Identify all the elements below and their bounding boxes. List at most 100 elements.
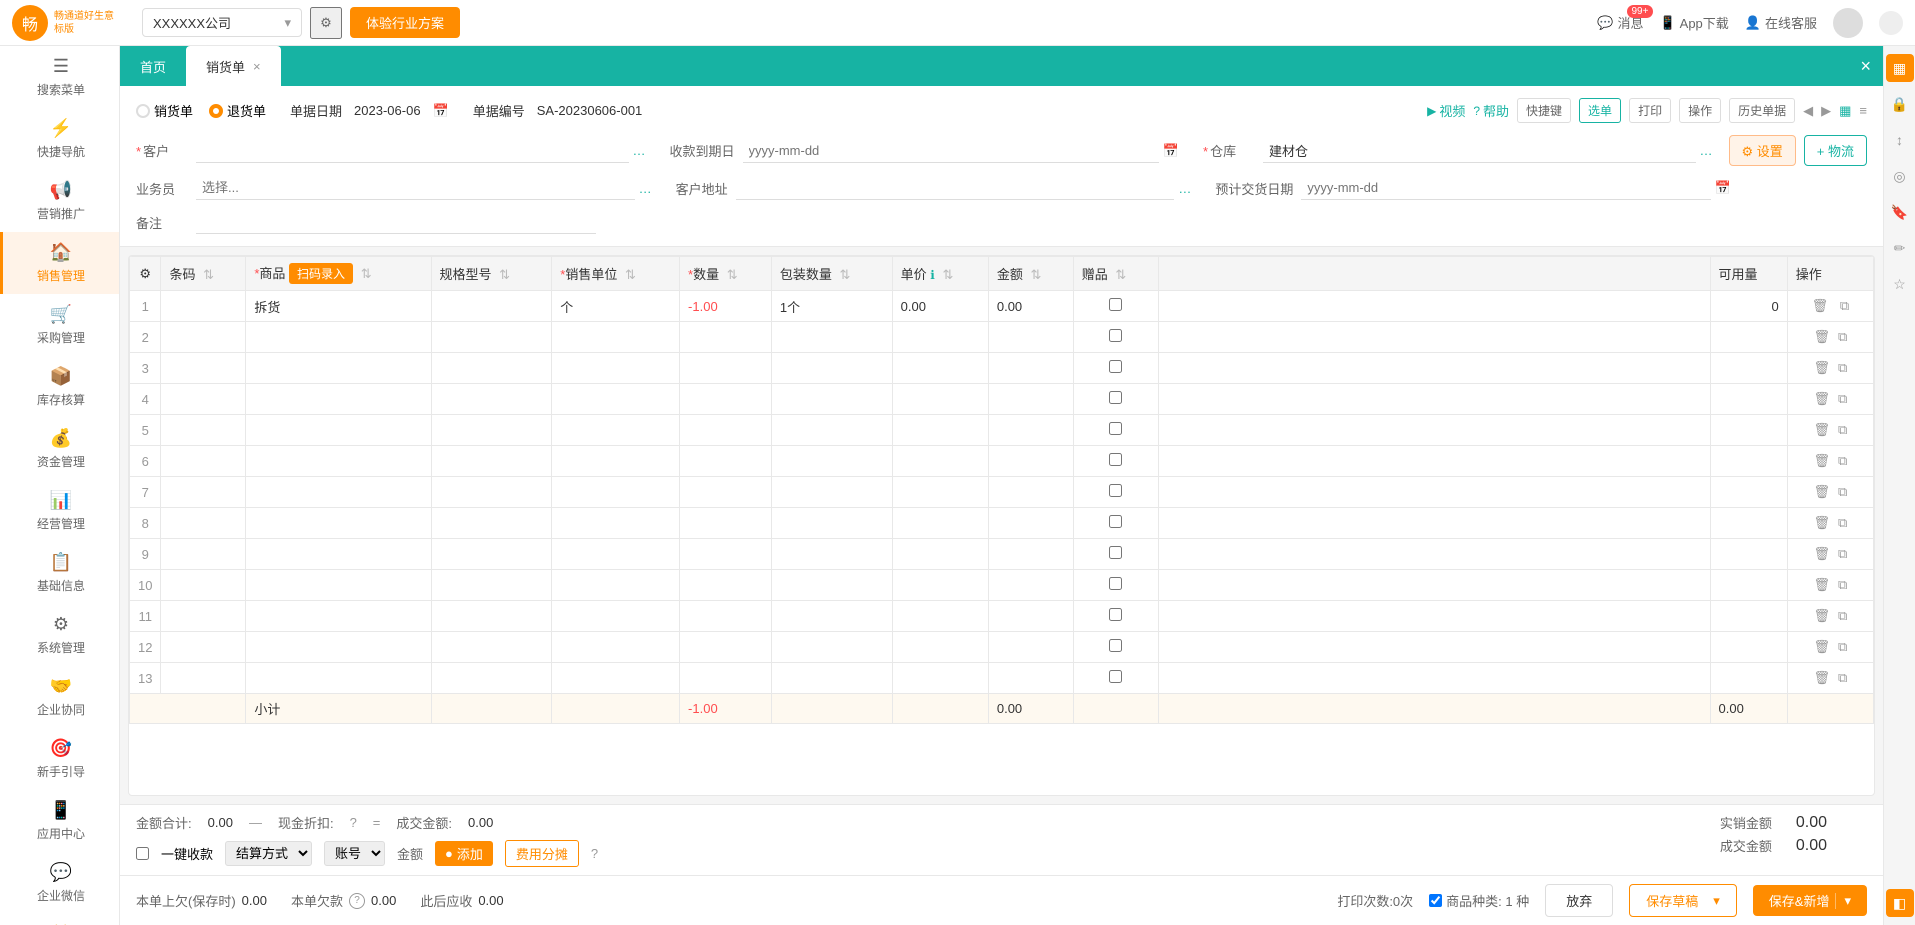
salesperson-input[interactable] xyxy=(196,176,635,200)
cell-gift[interactable] xyxy=(1073,446,1158,477)
sidebar-item-wechat[interactable]: 💬 企业微信 xyxy=(0,852,119,914)
cell-barcode[interactable] xyxy=(161,477,246,508)
cell-qty[interactable] xyxy=(680,508,772,539)
cell-spec[interactable] xyxy=(431,539,552,570)
sidebar-item-sales[interactable]: 🏠 销售管理 xyxy=(0,232,119,294)
copy-row-btn[interactable]: ⧉ xyxy=(1836,296,1853,316)
cell-pkg[interactable] xyxy=(771,415,892,446)
close-all-icon[interactable]: × xyxy=(1860,56,1871,77)
cell-product[interactable] xyxy=(246,601,431,632)
cell-qty[interactable] xyxy=(680,632,772,663)
sidebar-item-quick-nav[interactable]: ⚡ 快捷导航 xyxy=(0,108,119,170)
delete-row-btn[interactable]: 🗑 xyxy=(1809,327,1834,347)
gift-checkbox[interactable] xyxy=(1109,422,1122,435)
cell-barcode[interactable] xyxy=(161,601,246,632)
cell-amount[interactable] xyxy=(988,384,1073,415)
cell-price[interactable] xyxy=(892,353,988,384)
nav-prev-icon[interactable]: ◀ xyxy=(1803,103,1813,119)
cell-spec[interactable] xyxy=(431,632,552,663)
cell-amount[interactable] xyxy=(988,601,1073,632)
cell-price[interactable] xyxy=(892,539,988,570)
cell-price[interactable] xyxy=(892,477,988,508)
save-new-arrow-icon[interactable]: ▾ xyxy=(1835,893,1851,909)
settlement-method-select[interactable]: 结算方式 xyxy=(225,841,312,866)
calendar-icon[interactable]: 📅 xyxy=(433,103,449,119)
delete-row-btn[interactable]: 🗑 xyxy=(1809,451,1834,471)
discount-help-icon[interactable]: ? xyxy=(350,815,357,830)
warehouse-dots-icon[interactable]: … xyxy=(1700,143,1713,158)
cell-unit[interactable] xyxy=(552,663,680,694)
online-service-btn[interactable]: 👤 在线客服 xyxy=(1745,13,1817,32)
sidebar-item-guide[interactable]: 🎯 新手引导 xyxy=(0,728,119,790)
cell-qty[interactable] xyxy=(680,415,772,446)
cell-amount[interactable] xyxy=(988,663,1073,694)
sidebar-item-purchase[interactable]: 🛒 采购管理 xyxy=(0,294,119,356)
notes-input[interactable] xyxy=(196,210,596,234)
cell-pkg[interactable] xyxy=(771,539,892,570)
cell-pkg[interactable] xyxy=(771,384,892,415)
cell-qty[interactable] xyxy=(680,570,772,601)
cell-product[interactable] xyxy=(246,415,431,446)
cell-unit[interactable] xyxy=(552,322,680,353)
cell-spec[interactable] xyxy=(431,508,552,539)
gift-checkbox[interactable] xyxy=(1109,391,1122,404)
message-btn[interactable]: 💬 消息 99+ xyxy=(1597,13,1643,32)
cell-spec[interactable] xyxy=(431,663,552,694)
sort-price-icon[interactable]: ⇅ xyxy=(942,267,953,282)
debit-help-icon[interactable]: ? xyxy=(349,893,365,909)
cell-pkg[interactable] xyxy=(771,632,892,663)
cell-qty[interactable] xyxy=(680,477,772,508)
save-new-button[interactable]: 保存&新增 ▾ xyxy=(1753,885,1867,916)
cell-barcode[interactable] xyxy=(161,539,246,570)
gift-checkbox[interactable] xyxy=(1109,484,1122,497)
cell-unit[interactable] xyxy=(552,353,680,384)
cell-qty[interactable]: -1.00 xyxy=(680,291,772,322)
cell-product[interactable] xyxy=(246,570,431,601)
copy-row-btn[interactable]: ⧉ xyxy=(1834,575,1851,595)
cell-amount[interactable] xyxy=(988,322,1073,353)
cell-amount[interactable] xyxy=(988,632,1073,663)
add-payment-btn[interactable]: ● 添加 xyxy=(435,841,493,866)
expected-date-cal-icon[interactable]: 📅 xyxy=(1715,180,1731,196)
scan-button[interactable]: 扫码录入 xyxy=(289,263,353,284)
cell-price[interactable]: 0.00 xyxy=(892,291,988,322)
discard-button[interactable]: 放弃 xyxy=(1545,884,1613,917)
cell-amount[interactable]: 0.00 xyxy=(988,291,1073,322)
cell-product[interactable] xyxy=(246,477,431,508)
cell-spec[interactable] xyxy=(431,415,552,446)
cell-amount[interactable] xyxy=(988,539,1073,570)
cell-product[interactable] xyxy=(246,508,431,539)
cell-unit[interactable] xyxy=(552,477,680,508)
gift-checkbox[interactable] xyxy=(1109,329,1122,342)
cell-gift[interactable] xyxy=(1073,384,1158,415)
cell-amount[interactable] xyxy=(988,570,1073,601)
nav-next-icon[interactable]: ▶ xyxy=(1821,103,1831,119)
cell-gift[interactable] xyxy=(1073,508,1158,539)
sidebar-item-member[interactable]: 👑 畅会员 xyxy=(0,914,119,925)
copy-row-btn[interactable]: ⧉ xyxy=(1834,327,1851,347)
customer-addr-input[interactable] xyxy=(736,176,1175,200)
sidebar-item-base-info[interactable]: 📋 基础信息 xyxy=(0,542,119,604)
sidebar-item-inventory[interactable]: 📦 库存核算 xyxy=(0,356,119,418)
right-panel-icon-5[interactable]: 🔖 xyxy=(1886,198,1914,226)
cell-unit[interactable]: 个 xyxy=(552,291,680,322)
cell-price[interactable] xyxy=(892,322,988,353)
list-view-icon[interactable]: ≡ xyxy=(1859,103,1867,118)
delete-row-btn[interactable]: 🗑 xyxy=(1809,575,1834,595)
cell-barcode[interactable] xyxy=(161,632,246,663)
cell-unit[interactable] xyxy=(552,601,680,632)
print-btn[interactable]: 打印 xyxy=(1629,98,1671,123)
cell-spec[interactable] xyxy=(431,570,552,601)
cell-price[interactable] xyxy=(892,446,988,477)
copy-row-btn[interactable]: ⧉ xyxy=(1834,637,1851,657)
cell-spec[interactable] xyxy=(431,322,552,353)
cell-pkg[interactable] xyxy=(771,663,892,694)
copy-row-btn[interactable]: ⧉ xyxy=(1834,389,1851,409)
customer-input[interactable] xyxy=(196,139,629,163)
tab-close-icon[interactable]: × xyxy=(253,59,261,74)
product-type-checkbox[interactable] xyxy=(1429,894,1442,907)
cell-amount[interactable] xyxy=(988,508,1073,539)
radio-return-order[interactable]: 退货单 xyxy=(209,101,266,120)
sidebar-item-enterprise[interactable]: 🤝 企业协同 xyxy=(0,666,119,728)
sort-amount-icon[interactable]: ⇅ xyxy=(1030,267,1041,282)
